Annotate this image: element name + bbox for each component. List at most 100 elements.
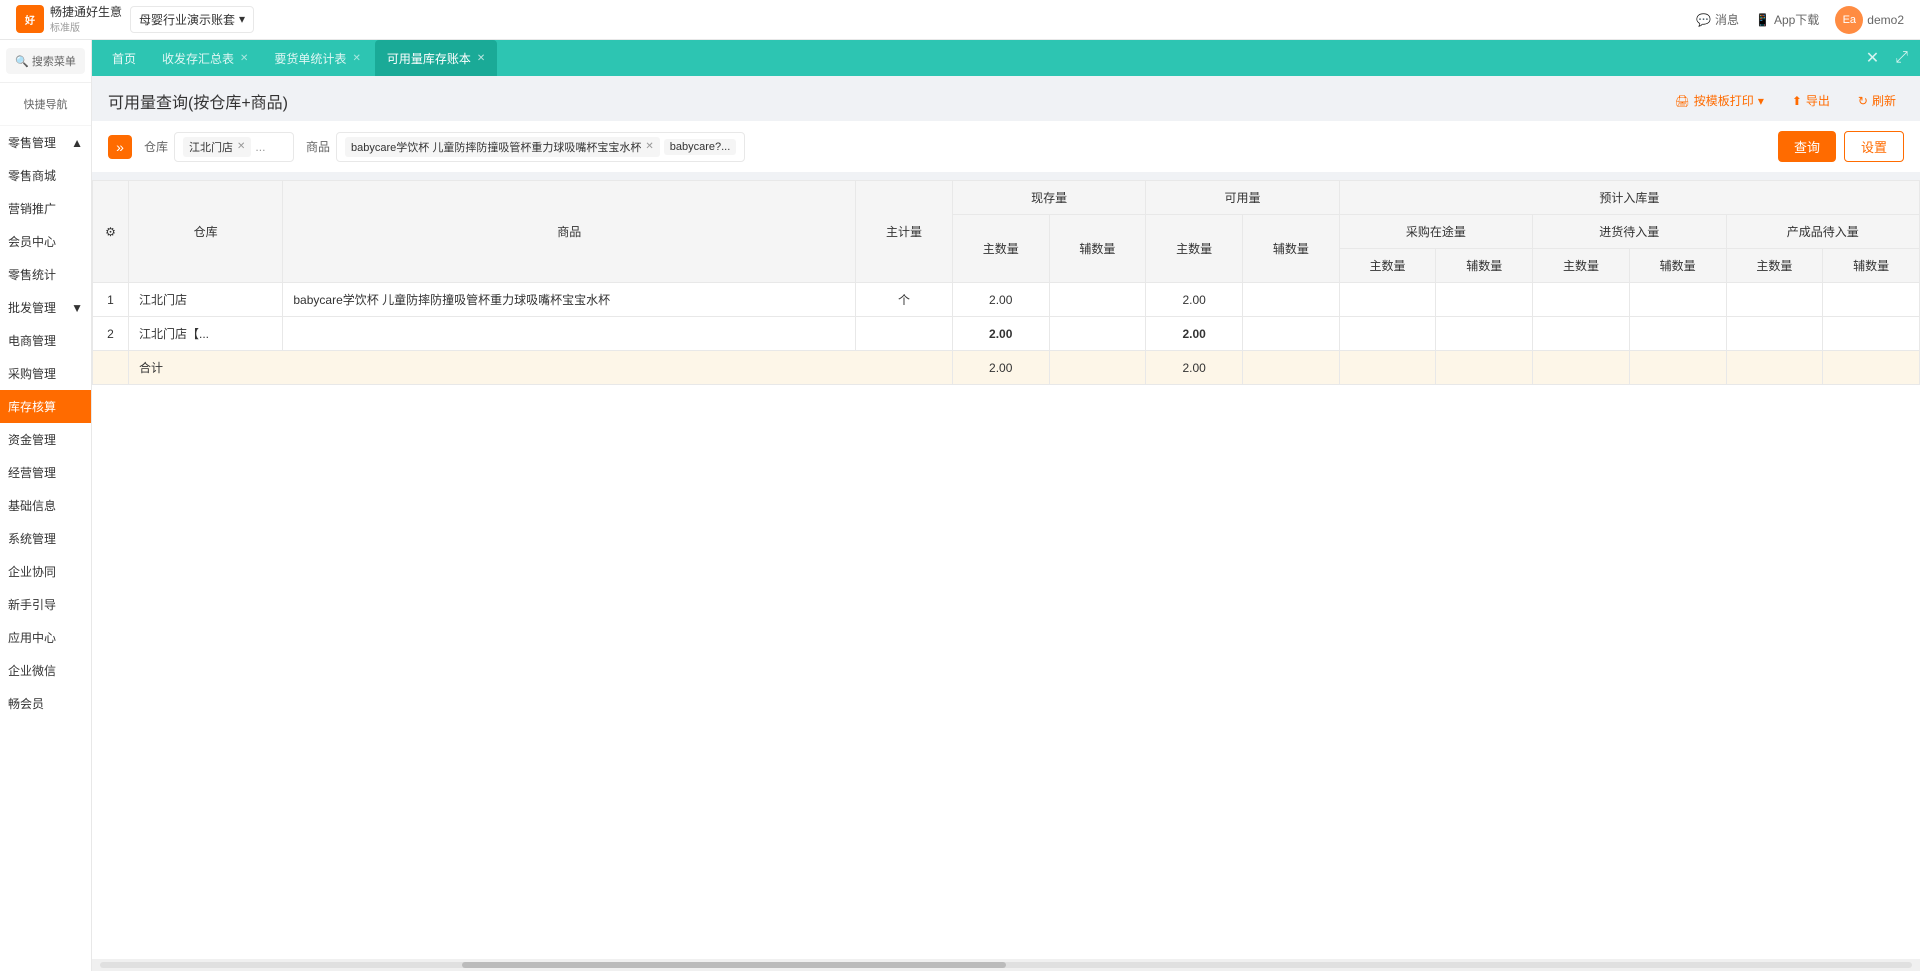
th-product: 商品 [283,181,856,283]
cell-available-aux [1242,317,1339,351]
th-current-aux: 辅数量 [1049,215,1146,283]
settings-btn[interactable]: 设置 [1844,131,1904,162]
sidebar-item-label: 应用中心 [8,629,56,646]
product-tag-1-close[interactable]: ✕ [645,141,653,152]
tab-label: 要货单统计表 [274,50,346,67]
app-download-label: App下载 [1774,11,1819,28]
refresh-icon: ↻ [1858,94,1868,108]
footer-current-main: 2.00 [952,351,1049,385]
cell-unit [856,317,953,351]
th-product-pending-group: 产成品待入量 [1726,215,1920,249]
footer-label: 合计 [129,351,953,385]
logo-text-area: 畅捷通好生意 标准版 [50,5,122,34]
sidebar-item-system-mgmt[interactable]: 系统管理 [0,522,91,555]
download-icon: 📱 [1755,13,1770,27]
sidebar-item-retail-mall[interactable]: 零售商城 [0,159,91,192]
page-header: 可用量查询(按仓库+商品) 🖨 按模板打印 ▾ ⬆ 导出 ↻ 刷新 [92,76,1920,121]
warehouse-input[interactable]: 江北门店 ✕ ... [174,132,294,162]
sidebar-item-member-center[interactable]: 会员中心 [0,225,91,258]
export-icon: ⬆ [1792,94,1802,108]
sidebar-item-enterprise-collab[interactable]: 企业协同 [0,555,91,588]
th-settings[interactable]: ⚙ [93,181,129,283]
tab-maximize-btn[interactable]: ⤢ [1891,49,1912,67]
th-warehouse: 仓库 [129,181,283,283]
cell-ip-main [1533,283,1630,317]
message-label: 消息 [1715,11,1739,28]
sidebar-item-label: 营销推广 [8,200,56,217]
sidebar-item-enterprise-wechat[interactable]: 企业微信 [0,654,91,687]
search-menu-btn[interactable]: 🔍 搜索菜单 [6,48,85,74]
sidebar-item-label: 零售商城 [8,167,56,184]
th-available-aux: 辅数量 [1242,215,1339,283]
sidebar-item-wholesale-mgmt[interactable]: 批发管理 ▼ [0,291,91,324]
export-btn[interactable]: ⬆ 导出 [1784,88,1838,113]
tab-shoufa[interactable]: 收发存汇总表 ✕ [150,40,260,76]
cell-current-main: 2.00 [952,283,1049,317]
warehouse-more[interactable]: ... [255,140,265,154]
industry-selector[interactable]: 母婴行业演示账套 ▾ [130,6,254,33]
tab-keyongliang[interactable]: 可用量库存账本 ✕ [375,40,497,76]
sidebar-item-marketing[interactable]: 营销推广 [0,192,91,225]
th-ip-aux: 辅数量 [1629,249,1726,283]
logo-area: 好 畅捷通好生意 标准版 [16,5,122,34]
sidebar-item-inventory-check[interactable]: 库存核算 [0,390,91,423]
page-actions: 🖨 按模板打印 ▾ ⬆ 导出 ↻ 刷新 [1667,88,1904,113]
footer-pt-main [1339,351,1436,385]
chevron-down-icon: ▾ [239,12,245,26]
filter-expand-btn[interactable]: » [108,135,132,159]
top-bar-right: 💬 消息 📱 App下载 Ea demo2 [1696,6,1904,34]
avatar-text: Ea [1843,14,1856,26]
print-label: 按模板打印 [1694,92,1754,109]
data-table: ⚙ 仓库 商品 主计量 现存量 可用量 预计入库量 主数量 辅数量 [92,180,1920,385]
sidebar-item-retail-mgmt[interactable]: 零售管理 ▲ [0,126,91,159]
tab-close-icon[interactable]: ✕ [477,53,485,64]
cell-pp-main [1726,317,1823,351]
app-download-btn[interactable]: 📱 App下载 [1755,11,1819,28]
table-wrapper: ⚙ 仓库 商品 主计量 现存量 可用量 预计入库量 主数量 辅数量 [92,180,1920,959]
tab-close-all-btn[interactable]: ✕ [1862,48,1883,68]
bottom-scrollbar[interactable] [92,959,1920,971]
refresh-btn[interactable]: ↻ 刷新 [1850,88,1904,113]
sidebar-item-label: 零售管理 [8,134,56,151]
main-layout: 🔍 搜索菜单 快捷导航 零售管理 ▲ 零售商城 营销推广 会员中心 零售统计 批… [0,40,1920,971]
cell-pt-aux [1436,317,1533,351]
sidebar-item-finance-mgmt[interactable]: 资金管理 [0,423,91,456]
sidebar-item-business-mgmt[interactable]: 经营管理 [0,456,91,489]
table-row: 1 江北门店 babycare学饮杯 儿童防摔防撞吸管杯重力球吸嘴杯宝宝水杯 个… [93,283,1920,317]
footer-pp-main [1726,351,1823,385]
sidebar-item-label: 资金管理 [8,431,56,448]
logo-subtitle: 标准版 [50,19,122,34]
warehouse-tag-close[interactable]: ✕ [237,141,245,152]
sidebar-item-basic-info[interactable]: 基础信息 [0,489,91,522]
warehouse-tag-value: 江北门店 [189,139,233,155]
filter-actions: 查询 设置 [1778,131,1904,162]
footer-ip-main [1533,351,1630,385]
tab-close-icon[interactable]: ✕ [352,53,360,64]
sidebar-item-vip-member[interactable]: 畅会员 [0,687,91,720]
tab-close-icon[interactable]: ✕ [240,53,248,64]
sidebar-item-label: 企业协同 [8,563,56,580]
footer-ip-aux [1629,351,1726,385]
product-input[interactable]: babycare学饮杯 儿童防摔防撞吸管杯重力球吸嘴杯宝宝水杯 ✕ babyca… [336,132,745,162]
print-template-btn[interactable]: 🖨 按模板打印 ▾ [1667,88,1772,113]
tab-yaohuo[interactable]: 要货单统计表 ✕ [262,40,372,76]
query-btn[interactable]: 查询 [1778,131,1836,162]
footer-pp-aux [1823,351,1920,385]
sidebar-item-ecommerce[interactable]: 电商管理 [0,324,91,357]
sidebar-item-purchase-mgmt[interactable]: 采购管理 [0,357,91,390]
sidebar-item-beginner-guide[interactable]: 新手引导 [0,588,91,621]
message-btn[interactable]: 💬 消息 [1696,11,1739,28]
tab-home[interactable]: 首页 [100,40,148,76]
sidebar-item-retail-stats[interactable]: 零售统计 [0,258,91,291]
sidebar-item-label: 畅会员 [8,695,44,712]
cell-index: 1 [93,283,129,317]
product-tag-2: babycare?... [664,139,737,155]
user-area[interactable]: Ea demo2 [1835,6,1904,34]
sidebar-item-app-center[interactable]: 应用中心 [0,621,91,654]
tab-label: 可用量库存账本 [387,50,471,67]
sidebar-item-label: 经营管理 [8,464,56,481]
search-menu-label: 搜索菜单 [32,53,76,69]
quick-nav-item[interactable]: 快捷导航 [0,83,91,126]
th-current-stock-group: 现存量 [952,181,1145,215]
sidebar-item-label: 基础信息 [8,497,56,514]
